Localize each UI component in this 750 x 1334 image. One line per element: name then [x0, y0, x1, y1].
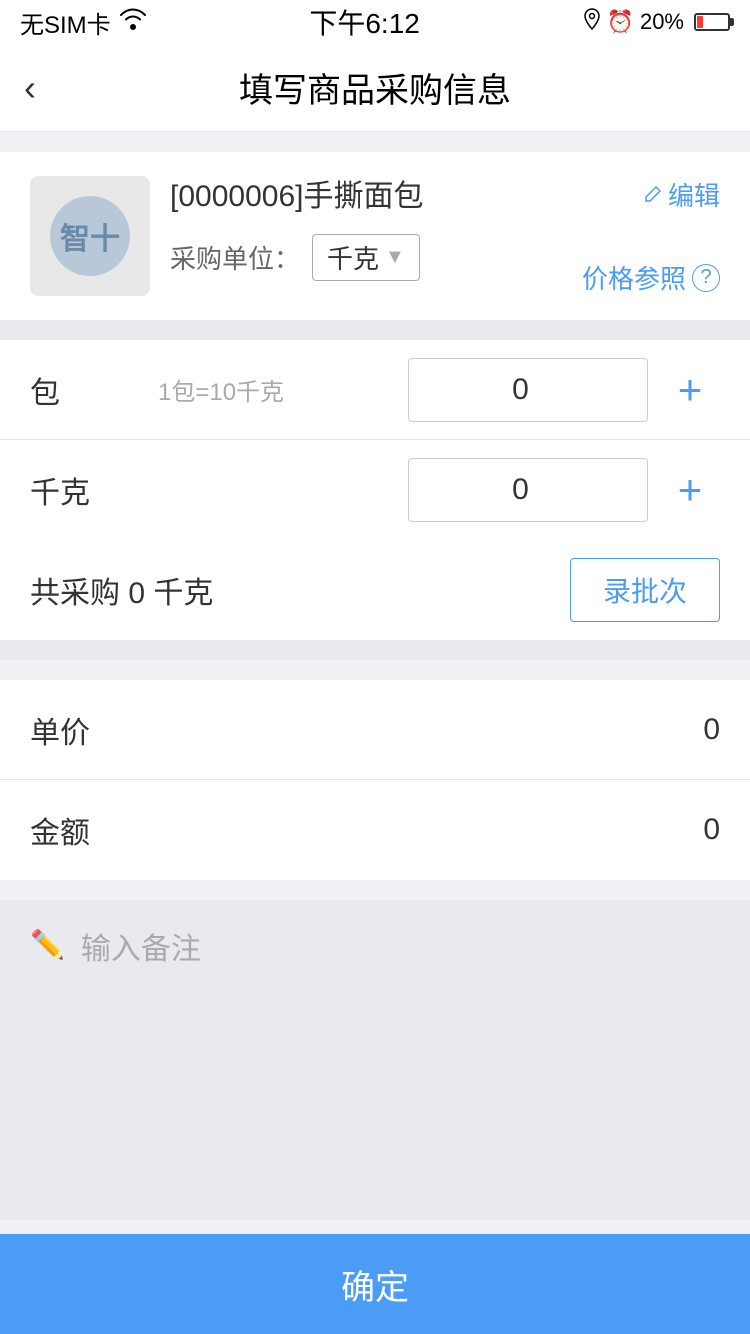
amount-value: 0 [703, 813, 720, 847]
product-logo: 智十 [50, 196, 130, 276]
unit-label: 采购单位： [170, 239, 300, 276]
wifi-icon [119, 8, 147, 37]
kg-input[interactable] [408, 458, 648, 522]
battery-icon [694, 13, 730, 31]
product-card: 智十 [0000006]手撕面包 采购单位： 千克 ▼ 编辑 价格参照 ? [0, 152, 750, 320]
unit-price-label: 单价 [30, 708, 90, 752]
amount-label: 金额 [30, 808, 90, 852]
unit-price-value: 0 [703, 713, 720, 747]
bag-plus-button[interactable]: + [660, 360, 720, 420]
battery-text: 20% [640, 9, 684, 35]
carrier-text: 无SIM卡 [20, 5, 111, 40]
product-image: 智十 [30, 176, 150, 296]
kg-plus-button[interactable]: + [660, 460, 720, 520]
amount-row: 金额 0 [0, 780, 750, 880]
bag-label: 包 [30, 368, 150, 412]
bag-input-row: 包 1包=10千克 + [0, 340, 750, 440]
price-ref-button[interactable]: 价格参照 ? [582, 259, 720, 296]
unit-price-row: 单价 0 [0, 680, 750, 780]
input-section: 包 1包=10千克 + 千克 + [0, 340, 750, 540]
edit-button[interactable]: 编辑 [642, 176, 720, 213]
confirm-button[interactable]: 确定 [0, 1234, 750, 1334]
product-name: [0000006]手撕面包 [170, 176, 720, 218]
bag-sub-label: 1包=10千克 [158, 372, 284, 407]
nav-title: 填写商品采购信息 [239, 63, 511, 112]
status-time: 下午6:12 [309, 2, 420, 42]
back-button[interactable]: ‹ [24, 67, 36, 109]
remark-placeholder: 输入备注 [81, 924, 201, 968]
summary-text: 共采购 0 千克 [30, 568, 213, 612]
divider-2 [0, 640, 750, 660]
unit-selector[interactable]: 千克 ▼ [312, 234, 420, 281]
price-info-section: 单价 0 金额 0 [0, 680, 750, 880]
summary-row: 共采购 0 千克 录批次 [0, 540, 750, 640]
kg-label: 千克 [30, 468, 150, 512]
unit-value: 千克 [327, 239, 379, 276]
help-icon: ? [692, 264, 720, 292]
status-bar: 无SIM卡 下午6:12 ⏰ 20% [0, 0, 750, 44]
edit-icon [642, 185, 662, 205]
location-icon [583, 8, 601, 36]
remark-section[interactable]: ✏️ 输入备注 [0, 900, 750, 1220]
nav-bar: ‹ 填写商品采购信息 [0, 44, 750, 132]
pencil-icon: ✏️ [30, 928, 65, 961]
record-batch-button[interactable]: 录批次 [570, 558, 720, 622]
alarm-icon: ⏰ [607, 9, 634, 35]
kg-input-row: 千克 + [0, 440, 750, 540]
chevron-down-icon: ▼ [385, 246, 405, 269]
divider-1 [0, 320, 750, 340]
bag-input[interactable] [408, 358, 648, 422]
